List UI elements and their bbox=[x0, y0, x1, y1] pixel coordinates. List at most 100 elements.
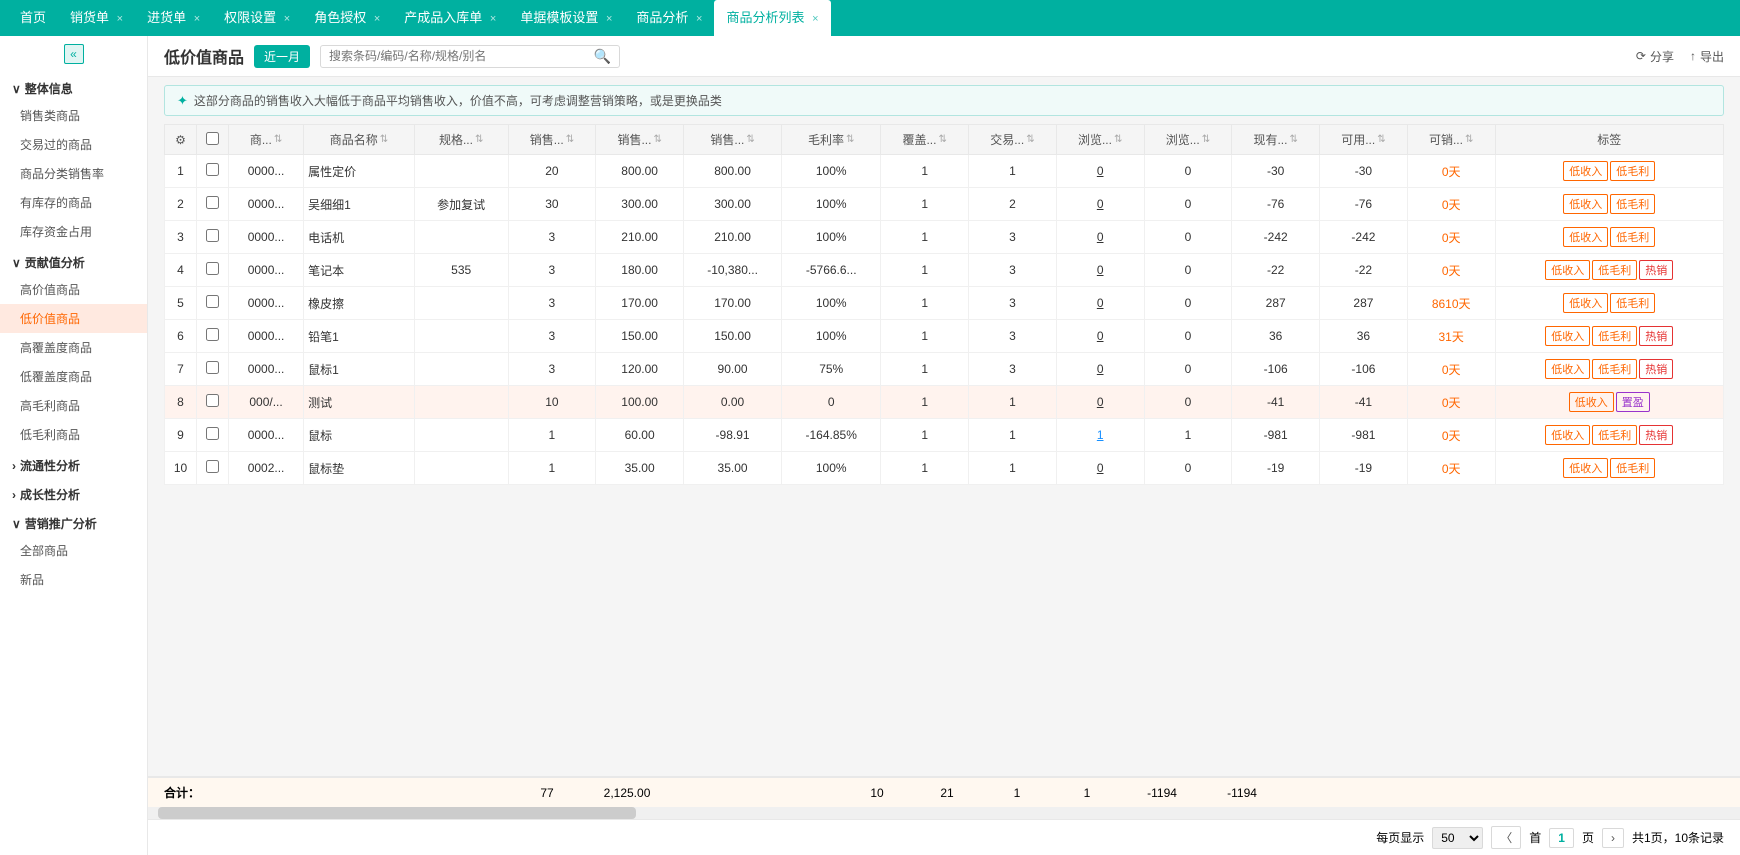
browse-link[interactable]: 0 bbox=[1097, 329, 1104, 343]
nav-purchase-order[interactable]: 进货单 × bbox=[135, 0, 212, 36]
sidebar-item-high-margin[interactable]: 高毛利商品 bbox=[0, 391, 147, 420]
row-current: -76 bbox=[1232, 188, 1320, 221]
content-header: 低价值商品 近一月 🔍 ⟳ 分享 ↑ 导出 bbox=[148, 36, 1740, 77]
sidebar-item-low-margin[interactable]: 低毛利商品 bbox=[0, 420, 147, 449]
sidebar-section-title-overall[interactable]: ∨ 整体信息 bbox=[0, 72, 147, 101]
row-days: 0天 bbox=[1407, 452, 1495, 485]
row-select-checkbox[interactable] bbox=[206, 328, 219, 341]
row-sale1: 3 bbox=[508, 221, 596, 254]
row-browse1[interactable]: 0 bbox=[1056, 386, 1144, 419]
sidebar-item-all-goods[interactable]: 全部商品 bbox=[0, 536, 147, 565]
row-available: 287 bbox=[1320, 287, 1408, 320]
content-area: 低价值商品 近一月 🔍 ⟳ 分享 ↑ 导出 ✦ 这部分商品的销售收入大幅低于商品… bbox=[148, 36, 1740, 855]
search-icon[interactable]: 🔍 bbox=[594, 48, 611, 65]
row-browse1[interactable]: 0 bbox=[1056, 155, 1144, 188]
browse-link[interactable]: 0 bbox=[1097, 395, 1104, 409]
search-input[interactable] bbox=[329, 49, 594, 63]
sidebar-section-title-growth[interactable]: › 成长性分析 bbox=[0, 478, 147, 507]
nav-sales-order[interactable]: 销货单 × bbox=[58, 0, 135, 36]
row-select-checkbox[interactable] bbox=[206, 295, 219, 308]
row-select-checkbox[interactable] bbox=[206, 427, 219, 440]
row-browse1[interactable]: 0 bbox=[1056, 188, 1144, 221]
top-navigation: 首页 销货单 × 进货单 × 权限设置 × 角色授权 × 产成品入库单 × 单据… bbox=[0, 0, 1740, 36]
nav-role-auth[interactable]: 角色授权 × bbox=[302, 0, 392, 36]
row-num: 1 bbox=[165, 155, 197, 188]
close-icon[interactable]: × bbox=[117, 13, 123, 25]
sidebar-item-high-coverage[interactable]: 高覆盖度商品 bbox=[0, 333, 147, 362]
row-browse1[interactable]: 0 bbox=[1056, 287, 1144, 320]
col-current-header: 现有... ⇅ bbox=[1232, 125, 1320, 155]
browse-link[interactable]: 0 bbox=[1097, 197, 1104, 211]
row-select-checkbox[interactable] bbox=[206, 229, 219, 242]
date-filter-button[interactable]: 近一月 bbox=[254, 45, 310, 68]
page-size-select[interactable]: 50 100 200 bbox=[1432, 827, 1483, 849]
close-icon[interactable]: × bbox=[490, 13, 496, 25]
settings-icon[interactable]: ⚙ bbox=[175, 133, 186, 147]
select-all-checkbox[interactable] bbox=[206, 132, 219, 145]
row-browse1[interactable]: 0 bbox=[1056, 452, 1144, 485]
close-icon[interactable]: × bbox=[606, 13, 612, 25]
nav-permissions[interactable]: 权限设置 × bbox=[212, 0, 302, 36]
row-select-checkbox[interactable] bbox=[206, 361, 219, 374]
row-browse2: 0 bbox=[1144, 254, 1232, 287]
row-code: 0002... bbox=[229, 452, 304, 485]
horizontal-scrollbar[interactable] bbox=[148, 807, 1740, 819]
close-icon[interactable]: × bbox=[812, 13, 818, 25]
row-browse1[interactable]: 0 bbox=[1056, 320, 1144, 353]
close-icon[interactable]: × bbox=[194, 13, 200, 25]
close-icon[interactable]: × bbox=[696, 13, 702, 25]
browse-link[interactable]: 0 bbox=[1097, 461, 1104, 475]
sort-icon: ⇅ bbox=[746, 134, 754, 145]
sidebar-item-high-value[interactable]: 高价值商品 bbox=[0, 275, 147, 304]
row-browse1[interactable]: 1 bbox=[1056, 419, 1144, 452]
browse-link[interactable]: 0 bbox=[1097, 263, 1104, 277]
sidebar-item-sales-goods[interactable]: 销售类商品 bbox=[0, 101, 147, 130]
sidebar-collapse-btn[interactable]: « bbox=[64, 44, 84, 64]
tag-badge: 低收入 bbox=[1545, 359, 1590, 379]
browse-link[interactable]: 0 bbox=[1097, 164, 1104, 178]
row-sale2: 300.00 bbox=[596, 188, 684, 221]
page-label: 首 bbox=[1529, 829, 1541, 846]
sidebar-item-low-coverage[interactable]: 低覆盖度商品 bbox=[0, 362, 147, 391]
next-page-button[interactable]: › bbox=[1602, 828, 1624, 848]
col-settings[interactable]: ⚙ bbox=[165, 125, 197, 155]
browse-link[interactable]: 0 bbox=[1097, 296, 1104, 310]
sidebar-item-low-value[interactable]: 低价值商品 bbox=[0, 304, 147, 333]
browse-link[interactable]: 0 bbox=[1097, 362, 1104, 376]
sidebar-item-category-sales-rate[interactable]: 商品分类销售率 bbox=[0, 159, 147, 188]
nav-home[interactable]: 首页 bbox=[8, 0, 58, 36]
sidebar-item-stock-goods[interactable]: 有库存的商品 bbox=[0, 188, 147, 217]
sidebar-section-title-circulation[interactable]: › 流通性分析 bbox=[0, 449, 147, 478]
current-page-input[interactable]: 1 bbox=[1549, 828, 1574, 848]
nav-template-settings[interactable]: 单据模板设置 × bbox=[508, 0, 624, 36]
row-sale3: 170.00 bbox=[684, 287, 782, 320]
row-select-checkbox[interactable] bbox=[206, 394, 219, 407]
sidebar-item-traded-goods[interactable]: 交易过的商品 bbox=[0, 130, 147, 159]
sidebar-item-new-goods[interactable]: 新品 bbox=[0, 565, 147, 594]
row-code: 0000... bbox=[229, 221, 304, 254]
row-code: 0000... bbox=[229, 287, 304, 320]
sidebar-section-title-marketing[interactable]: ∨ 营销推广分析 bbox=[0, 507, 147, 536]
nav-product-storage[interactable]: 产成品入库单 × bbox=[392, 0, 508, 36]
nav-product-analysis-list[interactable]: 商品分析列表 × bbox=[714, 0, 830, 36]
browse-link[interactable]: 1 bbox=[1097, 428, 1104, 442]
share-button[interactable]: ⟳ 分享 bbox=[1636, 48, 1674, 65]
row-select-checkbox[interactable] bbox=[206, 163, 219, 176]
row-gross-rate: 75% bbox=[782, 353, 881, 386]
row-select-checkbox[interactable] bbox=[206, 196, 219, 209]
row-select-checkbox[interactable] bbox=[206, 460, 219, 473]
share-icon: ⟳ bbox=[1636, 49, 1646, 63]
browse-link[interactable]: 0 bbox=[1097, 230, 1104, 244]
row-trade: 3 bbox=[969, 254, 1057, 287]
first-page-button[interactable]: 〈 bbox=[1491, 826, 1521, 849]
close-icon[interactable]: × bbox=[284, 13, 290, 25]
row-browse1[interactable]: 0 bbox=[1056, 353, 1144, 386]
row-select-checkbox[interactable] bbox=[206, 262, 219, 275]
row-browse1[interactable]: 0 bbox=[1056, 221, 1144, 254]
nav-product-analysis[interactable]: 商品分析 × bbox=[624, 0, 714, 36]
close-icon[interactable]: × bbox=[374, 13, 380, 25]
sidebar-item-inventory-funds[interactable]: 库存资金占用 bbox=[0, 217, 147, 246]
export-button[interactable]: ↑ 导出 bbox=[1690, 48, 1724, 65]
row-browse1[interactable]: 0 bbox=[1056, 254, 1144, 287]
sidebar-section-title-contribution[interactable]: ∨ 贡献值分析 bbox=[0, 246, 147, 275]
